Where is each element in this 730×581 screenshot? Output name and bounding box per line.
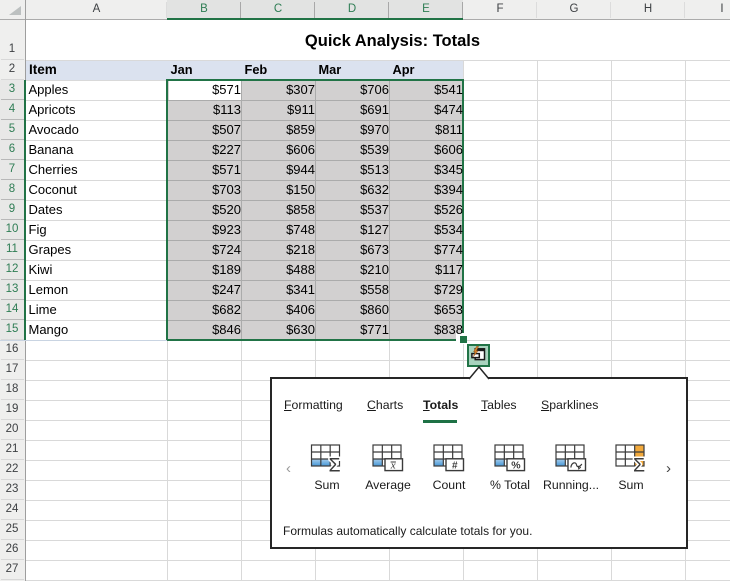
svg-text:#: # — [452, 460, 458, 471]
svg-text:x: x — [390, 460, 396, 472]
svg-text:Σ: Σ — [633, 455, 645, 477]
svg-text:Σ: Σ — [329, 455, 341, 477]
svg-text:%: % — [511, 459, 521, 471]
